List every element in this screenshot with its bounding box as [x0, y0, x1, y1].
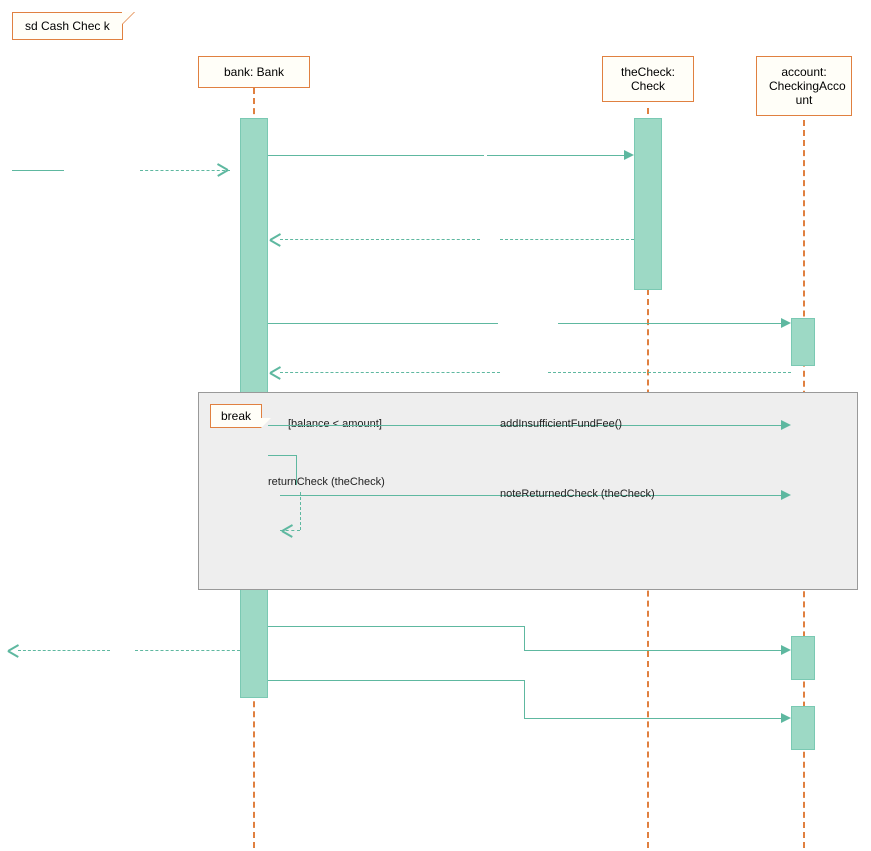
- guard-text: [balance < amount]: [288, 418, 382, 430]
- lifeline-account-label-2: CheckingAcco: [769, 79, 846, 93]
- msg-post-1-seg2: [524, 650, 783, 651]
- msg-check-return-seg1: [280, 239, 480, 240]
- msg-post-2-head: [781, 713, 791, 723]
- lifeline-thecheck: theCheck: Check: [602, 56, 694, 102]
- frame-title: sd Cash Chec k: [12, 12, 123, 40]
- msg-bank-to-account-1-head: [781, 318, 791, 328]
- break-label-text: break: [221, 409, 251, 423]
- msg-self-return-vert: [300, 492, 301, 530]
- frame-title-text: sd Cash Chec k: [25, 19, 110, 33]
- guard-label: [balance < amount]: [288, 418, 382, 430]
- msg-check-return-head: [270, 234, 280, 244]
- msg-add-fee-head: [781, 420, 791, 430]
- msg-add-fee-label: addInsufficientFundFee(): [500, 418, 622, 430]
- activation-account-4: [791, 636, 815, 680]
- msg-return-check-label: returnCheck (theCheck): [268, 476, 385, 488]
- add-fee-text: addInsufficientFundFee(): [500, 418, 622, 430]
- msg-account-return-head: [270, 367, 280, 377]
- msg-post-1-head: [781, 645, 791, 655]
- break-fragment-label: break: [210, 404, 262, 428]
- msg-note-returned-head: [781, 490, 791, 500]
- lifeline-bank-label: bank: Bank: [224, 65, 284, 79]
- msg-post-2-seg2: [524, 718, 783, 719]
- msg-bank-to-check-seg1: [268, 155, 484, 156]
- msg-post-2-vert: [524, 680, 525, 718]
- msg-account-return-seg1: [280, 372, 500, 373]
- msg-self-return-head: [282, 525, 292, 535]
- msg-external-return-seg2: [135, 650, 240, 651]
- msg-bank-to-account-1-seg1: [268, 323, 498, 324]
- activation-thecheck: [634, 118, 662, 290]
- lifeline-account-label-3: unt: [796, 93, 813, 107]
- activation-account-5: [791, 706, 815, 750]
- msg-bank-to-check-head: [624, 150, 634, 160]
- note-returned-text: noteReturnedCheck (theCheck): [500, 488, 655, 500]
- lifeline-thecheck-label-1: theCheck:: [621, 65, 675, 79]
- msg-post-2-seg1: [268, 680, 524, 681]
- msg-bank-to-account-1-seg2: [558, 323, 783, 324]
- lifeline-thecheck-label-2: Check: [631, 79, 665, 93]
- msg-note-returned-label: noteReturnedCheck (theCheck): [500, 488, 655, 500]
- return-check-text: returnCheck (theCheck): [268, 476, 385, 488]
- msg-external-return-seg1: [18, 650, 110, 651]
- activation-account-1: [791, 318, 815, 366]
- lifeline-bank: bank: Bank: [198, 56, 310, 88]
- lifeline-account-label-1: account:: [781, 65, 826, 79]
- msg-external-return-head: [8, 645, 18, 655]
- msg-self-top: [268, 455, 296, 456]
- msg-external-in-2: [140, 170, 230, 171]
- msg-post-1-vert: [524, 626, 525, 650]
- msg-account-return-seg2: [548, 372, 791, 373]
- msg-external-in-head: [218, 164, 228, 174]
- msg-bank-to-check-seg2: [487, 155, 627, 156]
- msg-external-in-1: [12, 170, 64, 171]
- lifeline-account: account: CheckingAcco unt: [756, 56, 852, 116]
- msg-post-1-seg1: [268, 626, 524, 627]
- sequence-diagram: sd Cash Chec k bank: Bank theCheck: Chec…: [0, 0, 871, 851]
- msg-check-return-seg2: [500, 239, 634, 240]
